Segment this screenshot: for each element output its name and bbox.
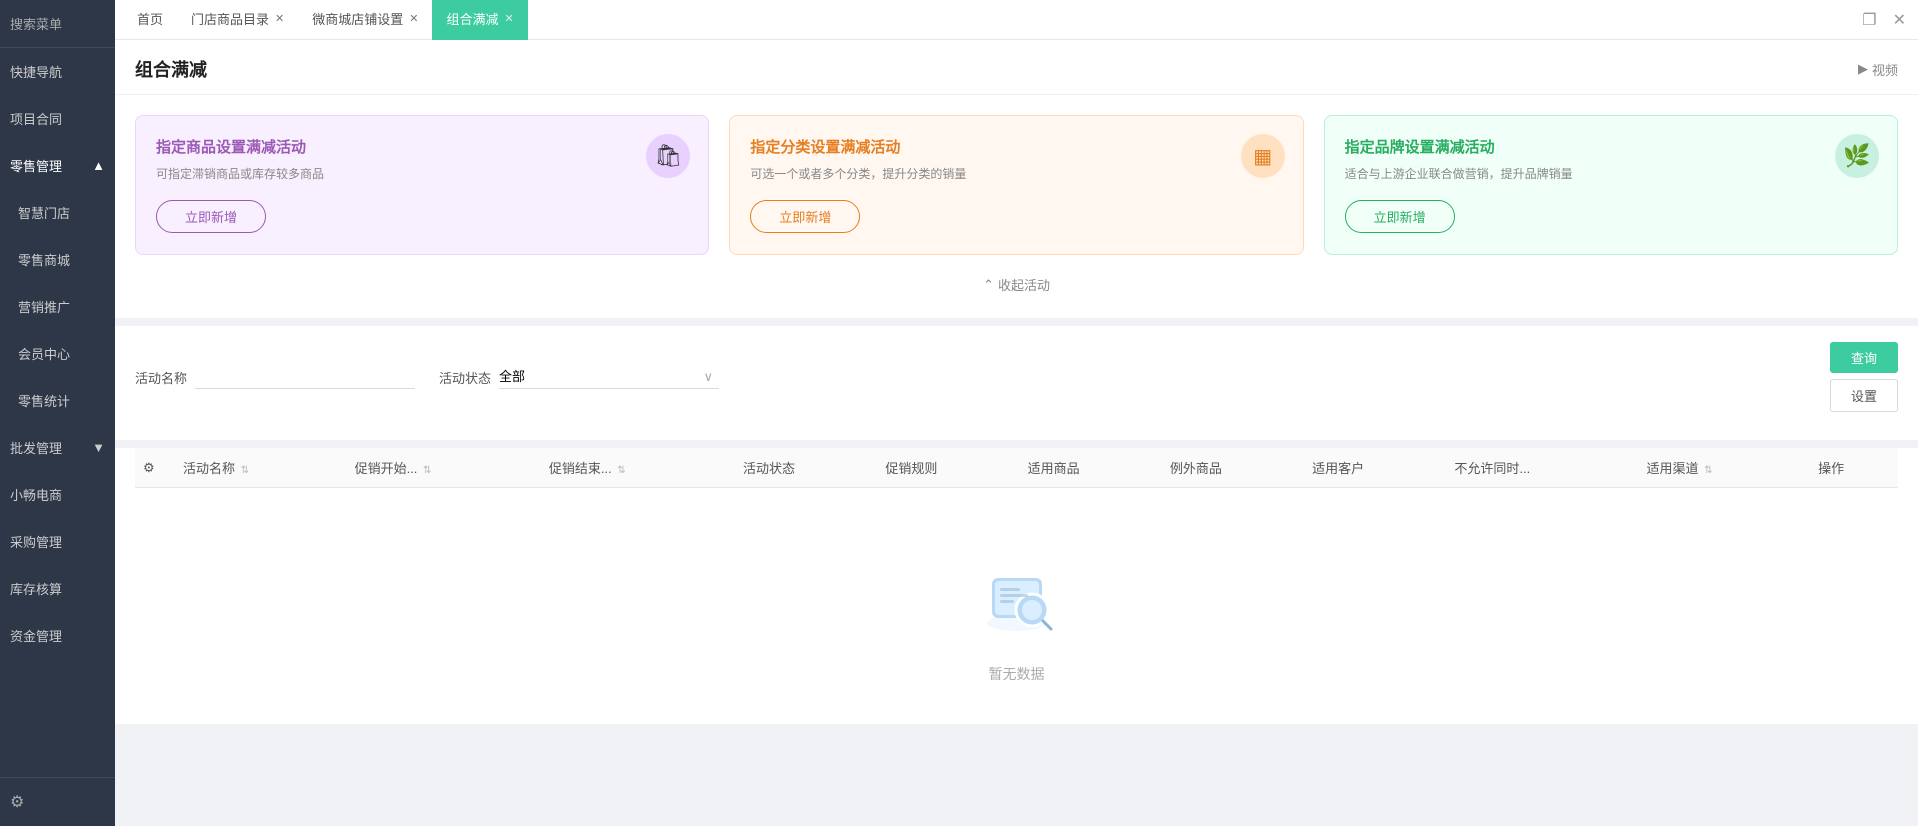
card-product-discount: 🛍 指定商品设置满减活动 可指定滞销商品或库存较多商品 立即新增 [135, 115, 709, 255]
card-product-title: 指定商品设置满减活动 [156, 136, 688, 157]
filter-row: 活动名称 活动状态 全部 进行中 未开始 已结束 ∨ [135, 342, 1898, 412]
th-channel[interactable]: 适用渠道 ⇅ [1638, 448, 1810, 488]
th-status: 活动状态 [735, 448, 877, 488]
sidebar-item-xiaochang[interactable]: 小畅电商 [0, 471, 115, 518]
main-area: 首页 门店商品目录 ✕ 微商城店铺设置 ✕ 组合满减 ✕ ❐ ✕ 组合满减 ▶ … [115, 0, 1918, 826]
filter-name-label: 活动名称 [135, 368, 187, 387]
sidebar-search[interactable]: 搜索菜单 [0, 0, 115, 48]
sort-icon-name: ⇅ [241, 465, 249, 476]
empty-state: 暂无数据 [135, 488, 1898, 724]
filter-name-input[interactable] [195, 365, 415, 389]
sort-icon-end: ⇅ [617, 465, 625, 476]
query-btn[interactable]: 查询 [1830, 342, 1898, 373]
card-product-btn[interactable]: 立即新增 [156, 200, 266, 233]
tab-close-wechat-store[interactable]: ✕ [409, 12, 418, 25]
filter-status-wrap: 全部 进行中 未开始 已结束 ∨ [499, 365, 719, 389]
sidebar-item-finance-mgmt[interactable]: 资金管理 [0, 612, 115, 659]
empty-text: 暂无数据 [135, 664, 1898, 684]
sidebar-item-retail-mall[interactable]: 零售商城 [0, 236, 115, 283]
collapse-icon: ⌃ [983, 277, 994, 293]
tab-store-catalog[interactable]: 门店商品目录 ✕ [177, 0, 298, 40]
card-category-btn[interactable]: 立即新增 [750, 200, 860, 233]
page-content: 组合满减 ▶ 视频 🛍 指定商品设置满减活动 可指定滞销商品或库存较多商品 立即… [115, 40, 1918, 826]
sidebar-item-project-contract[interactable]: 项目合同 [0, 95, 115, 142]
card-brand-discount: 🌿 指定品牌设置满减活动 适合与上游企业联合做营销，提升品牌销量 立即新增 [1324, 115, 1898, 255]
brand-discount-icon: 🌿 [1835, 134, 1879, 178]
sidebar-item-purchase-mgmt[interactable]: 采购管理 [0, 518, 115, 565]
page-title: 组合满减 [135, 56, 207, 82]
settings-icon[interactable]: ⚙ [10, 794, 24, 811]
filter-status-label: 活动状态 [439, 368, 491, 387]
filter-status-select[interactable]: 全部 进行中 未开始 已结束 [499, 365, 719, 389]
card-brand-btn[interactable]: 立即新增 [1345, 200, 1455, 233]
filter-section: 活动名称 活动状态 全部 进行中 未开始 已结束 ∨ [115, 326, 1918, 440]
data-table: ⚙ 活动名称 ⇅ 促销开始... ⇅ 促销结束... ⇅ [135, 448, 1898, 488]
chevron-up-icon: ▲ [92, 158, 105, 173]
tab-close-combo-discount[interactable]: ✕ [505, 12, 514, 25]
tab-combo-discount[interactable]: 组合满减 ✕ [432, 0, 527, 40]
settings-btn[interactable]: 设置 [1830, 379, 1898, 412]
card-product-desc: 可指定滞销商品或库存较多商品 [156, 165, 688, 184]
sidebar-item-retail-stats[interactable]: 零售统计 [0, 377, 115, 424]
page-header: 组合满减 ▶ 视频 [115, 40, 1918, 95]
th-name[interactable]: 活动名称 ⇅ [175, 448, 347, 488]
sidebar-item-inventory[interactable]: 库存核算 [0, 565, 115, 612]
tabbar-actions: ❐ ✕ [1858, 6, 1910, 34]
th-settings[interactable]: ⚙ [135, 448, 175, 488]
table-settings-icon: ⚙ [143, 460, 155, 475]
play-icon: ▶ [1858, 61, 1868, 77]
sidebar-item-quick-nav[interactable]: 快捷导航 [0, 48, 115, 95]
card-category-discount: ▦ 指定分类设置满减活动 可选一个或者多个分类，提升分类的销量 立即新增 [729, 115, 1303, 255]
th-start[interactable]: 促销开始... ⇅ [347, 448, 541, 488]
empty-icon [967, 548, 1067, 648]
th-action: 操作 [1810, 448, 1898, 488]
sidebar-item-marketing[interactable]: 营销推广 [0, 283, 115, 330]
chevron-down-icon: ▼ [92, 440, 105, 455]
video-btn[interactable]: ▶ 视频 [1858, 60, 1898, 79]
product-discount-icon: 🛍 [646, 134, 690, 178]
sort-icon-channel: ⇅ [1704, 465, 1712, 476]
sidebar: 搜索菜单 快捷导航 项目合同 零售管理 ▲ 智慧门店 零售商城 营销推广 会员中… [0, 0, 115, 826]
tab-close-store-catalog[interactable]: ✕ [275, 12, 284, 25]
card-brand-desc: 适合与上游企业联合做营销，提升品牌销量 [1345, 165, 1877, 184]
table-header: ⚙ 活动名称 ⇅ 促销开始... ⇅ 促销结束... ⇅ [135, 448, 1898, 488]
sidebar-item-smart-store[interactable]: 智慧门店 [0, 189, 115, 236]
tab-home[interactable]: 首页 [123, 0, 177, 40]
cards-row: 🛍 指定商品设置满减活动 可指定滞销商品或库存较多商品 立即新增 ▦ 指定分类设… [135, 115, 1898, 255]
th-exceptions: 例外商品 [1162, 448, 1304, 488]
card-category-title: 指定分类设置满减活动 [750, 136, 1282, 157]
card-category-desc: 可选一个或者多个分类，提升分类的销量 [750, 165, 1282, 184]
table-section: ⚙ 活动名称 ⇅ 促销开始... ⇅ 促销结束... ⇅ [115, 448, 1918, 724]
th-rule: 促销规则 [877, 448, 1019, 488]
sidebar-bottom: ⚙ [0, 777, 115, 826]
close-window-btn[interactable]: ✕ [1889, 6, 1910, 34]
sidebar-item-member-center[interactable]: 会员中心 [0, 330, 115, 377]
category-discount-icon: ▦ [1241, 134, 1285, 178]
tabbar: 首页 门店商品目录 ✕ 微商城店铺设置 ✕ 组合满减 ✕ ❐ ✕ [115, 0, 1918, 40]
th-no-stack: 不允许同时... [1446, 448, 1638, 488]
card-brand-title: 指定品牌设置满减活动 [1345, 136, 1877, 157]
table-header-row: ⚙ 活动名称 ⇅ 促销开始... ⇅ 促销结束... ⇅ [135, 448, 1898, 488]
collapse-label: 收起活动 [998, 275, 1050, 294]
sidebar-item-retail-mgmt[interactable]: 零售管理 ▲ [0, 142, 115, 189]
filter-actions: 查询 设置 [1830, 342, 1898, 412]
sidebar-item-wholesale-mgmt[interactable]: 批发管理 ▼ [0, 424, 115, 471]
th-end[interactable]: 促销结束... ⇅ [541, 448, 735, 488]
filter-name-field: 活动名称 [135, 365, 415, 389]
tab-wechat-store[interactable]: 微商城店铺设置 ✕ [298, 0, 432, 40]
filter-status-field: 活动状态 全部 进行中 未开始 已结束 ∨ [439, 365, 719, 389]
cards-section: 🛍 指定商品设置满减活动 可指定滞销商品或库存较多商品 立即新增 ▦ 指定分类设… [115, 95, 1918, 318]
th-customers: 适用客户 [1304, 448, 1446, 488]
th-products: 适用商品 [1020, 448, 1162, 488]
restore-window-btn[interactable]: ❐ [1858, 6, 1880, 34]
sort-icon-start: ⇅ [423, 465, 431, 476]
collapse-activities-btn[interactable]: ⌃ 收起活动 [135, 265, 1898, 308]
